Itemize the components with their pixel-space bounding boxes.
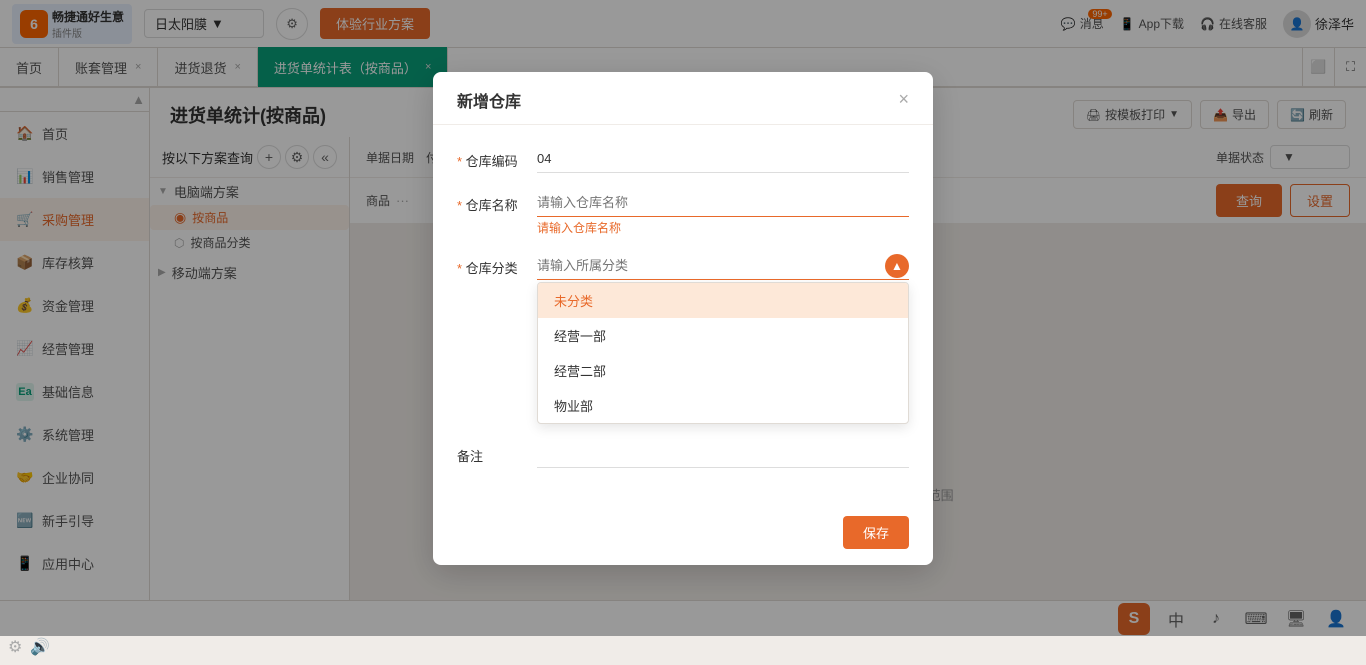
category-control: ▲ 未分类 经营一部 经营二部 物业部 (537, 252, 909, 424)
dialog-title: 新增仓库 (457, 88, 521, 112)
new-warehouse-dialog: 新增仓库 × 仓库编码 仓库名称 请输入仓库名称 仓库分类 (433, 72, 933, 565)
save-button[interactable]: 保存 (843, 516, 909, 549)
name-error-msg: 请输入仓库名称 (537, 219, 909, 236)
dialog-header: 新增仓库 × (433, 72, 933, 125)
note-label: 备注 (457, 446, 537, 465)
dropdown-item-dept2[interactable]: 经营二部 (538, 353, 908, 388)
dialog-close-button[interactable]: × (898, 89, 909, 110)
dialog-footer: 保存 (433, 504, 933, 565)
dropdown-item-property[interactable]: 物业部 (538, 388, 908, 423)
sidebar-sound-icon[interactable]: 🔊 (30, 637, 50, 657)
dialog-overlay[interactable]: 新增仓库 × 仓库编码 仓库名称 请输入仓库名称 仓库分类 (0, 0, 1366, 636)
category-dropdown: 未分类 经营一部 经营二部 物业部 (537, 282, 909, 424)
code-control (537, 145, 909, 173)
dialog-body: 仓库编码 仓库名称 请输入仓库名称 仓库分类 ▲ (433, 125, 933, 504)
category-select-wrap: ▲ (537, 252, 909, 280)
name-row: 仓库名称 请输入仓库名称 (457, 189, 909, 236)
code-input[interactable] (537, 145, 909, 173)
code-label: 仓库编码 (457, 151, 537, 170)
note-input[interactable] (537, 440, 909, 468)
code-row: 仓库编码 (457, 145, 909, 173)
category-chevron-icon[interactable]: ▲ (885, 254, 909, 278)
dropdown-item-uncategorized[interactable]: 未分类 (538, 283, 908, 318)
note-row: 备注 (457, 440, 909, 468)
sidebar-settings-icon[interactable]: ⚙ (8, 637, 22, 657)
note-control (537, 440, 909, 468)
name-control: 请输入仓库名称 (537, 189, 909, 236)
dropdown-item-dept1[interactable]: 经营一部 (538, 318, 908, 353)
name-label: 仓库名称 (457, 195, 537, 214)
category-row: 仓库分类 ▲ 未分类 经营一部 经营二部 物业部 (457, 252, 909, 424)
category-input[interactable] (537, 252, 909, 280)
name-input[interactable] (537, 189, 909, 217)
category-label: 仓库分类 (457, 258, 537, 277)
